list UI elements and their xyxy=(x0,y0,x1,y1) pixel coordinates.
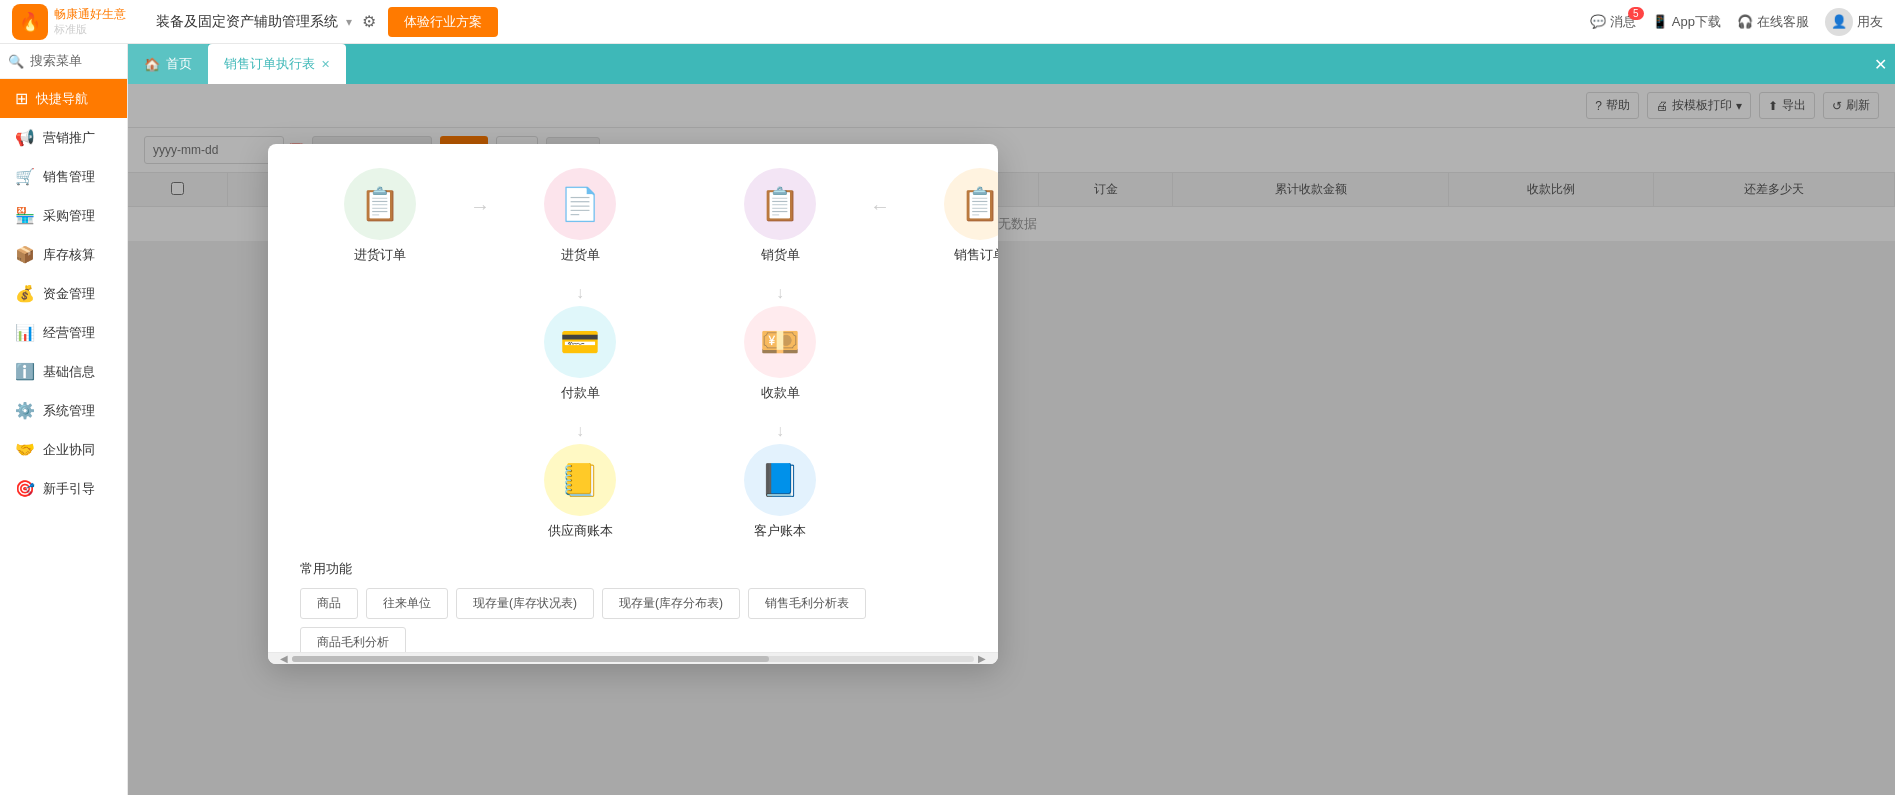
function-buttons-row1: 商品 往来单位 现存量(库存状况表) 现存量(库存分布表) 销售毛利分析表 商品… xyxy=(300,588,966,652)
sales-bill-icon: 📋 xyxy=(744,168,816,240)
system-title-area: 装备及固定资产辅助管理系统 ▾ ⚙ 体验行业方案 xyxy=(156,7,498,37)
finance-icon: 💰 xyxy=(15,284,35,303)
receipt-icon: 💴 xyxy=(744,306,816,378)
sidebar-item-purchase[interactable]: 🏪 采购管理 xyxy=(0,196,127,235)
scroll-left-icon[interactable]: ◀ xyxy=(276,653,292,664)
headset-icon: 🎧 xyxy=(1737,14,1753,29)
payment-icon: 💳 xyxy=(544,306,616,378)
message-badge: 5 xyxy=(1628,7,1644,20)
avatar: 👤 xyxy=(1825,8,1853,36)
business-icon: 📊 xyxy=(15,323,35,342)
flow-node-payment[interactable]: 💳 付款单 xyxy=(500,306,660,402)
user-area[interactable]: 👤 用友 xyxy=(1825,8,1883,36)
basic-info-icon: ℹ️ xyxy=(15,362,35,381)
arrow-1-2: → xyxy=(460,195,500,218)
flow-node-purchase-bill[interactable]: 📄 进货单 xyxy=(500,168,660,264)
arrow-down-customer: ↓ xyxy=(700,422,860,440)
sidebar-nav: ⊞ 快捷导航 📢 营销推广 🛒 销售管理 🏪 采购管理 📦 库存核算 xyxy=(0,79,127,795)
arrow-down-supplier: ↓ xyxy=(500,422,660,440)
logo-text: 畅康通好生意 标准版 xyxy=(54,7,126,37)
flow-node-supplier-ledger[interactable]: 📒 供应商账本 xyxy=(500,444,660,540)
sidebar-item-enterprise[interactable]: 🤝 企业协同 xyxy=(0,430,127,469)
common-functions-title: 常用功能 xyxy=(300,560,966,578)
sidebar-item-finance[interactable]: 💰 资金管理 xyxy=(0,274,127,313)
fn-btn-2[interactable]: 现存量(库存状况表) xyxy=(456,588,594,619)
tab-close-icon[interactable]: ✕ xyxy=(321,58,330,71)
flow-row-arrows-2: ↓ ↓ xyxy=(300,422,966,440)
enterprise-icon: 🤝 xyxy=(15,440,35,459)
online-service-button[interactable]: 🎧 在线客服 xyxy=(1737,13,1809,31)
common-functions: 常用功能 商品 往来单位 现存量(库存状况表) 现存量(库存分布表) 销售毛利分… xyxy=(300,560,966,652)
flow-row-3: 📒 供应商账本 📘 客户账本 xyxy=(300,444,966,540)
marketing-icon: 📢 xyxy=(15,128,35,147)
purchase-icon: 🏪 xyxy=(15,206,35,225)
content-area: 🏠 首页 销售订单执行表 ✕ ✕ ? 帮助 xyxy=(128,44,1895,795)
sidebar-item-system[interactable]: ⚙️ 系统管理 xyxy=(0,391,127,430)
tab-bar: 🏠 首页 销售订单执行表 ✕ ✕ xyxy=(128,44,1895,84)
tab-sales-order-exec[interactable]: 销售订单执行表 ✕ xyxy=(208,44,346,84)
flow-node-receipt[interactable]: 💴 收款单 xyxy=(700,306,860,402)
purchase-bill-icon: 📄 xyxy=(544,168,616,240)
scroll-right-icon[interactable]: ▶ xyxy=(974,653,990,664)
scrollbar-thumb[interactable] xyxy=(292,656,769,662)
arrow-down-receipt: ↓ xyxy=(700,284,860,302)
modal-body: 📋 进货订单 → 📄 进货单 xyxy=(268,144,998,652)
arrow-4-3: ← xyxy=(860,195,900,218)
app-container: 🔥 畅康通好生意 标准版 装备及固定资产辅助管理系统 ▾ ⚙ 体验行业方案 💬 … xyxy=(0,0,1895,795)
supplier-ledger-icon: 📒 xyxy=(544,444,616,516)
sidebar: 🔍 搜索菜单 ⊞ 快捷导航 📢 营销推广 🛒 销售管理 🏪 采 xyxy=(0,44,128,795)
top-right: 💬 消息 5 📱 App下载 🎧 在线客服 👤 用友 xyxy=(1590,8,1883,36)
flow-node-sales-order[interactable]: 📋 销售订单 xyxy=(900,168,998,264)
flow-node-purchase-order[interactable]: 📋 进货订单 xyxy=(300,168,460,264)
flow-row-2: 💳 付款单 💴 收款单 xyxy=(300,306,966,402)
sidebar-item-basic-info[interactable]: ℹ️ 基础信息 xyxy=(0,352,127,391)
dropdown-arrow-icon[interactable]: ▾ xyxy=(346,15,352,29)
sales-icon: 🛒 xyxy=(15,167,35,186)
settings-icon[interactable]: ⚙ xyxy=(362,12,376,31)
fn-btn-4[interactable]: 销售毛利分析表 xyxy=(748,588,866,619)
sidebar-item-inventory[interactable]: 📦 库存核算 xyxy=(0,235,127,274)
flow-node-sales-bill[interactable]: 📋 销货单 xyxy=(700,168,860,264)
quick-nav-modal: 📋 进货订单 → 📄 进货单 xyxy=(268,144,998,664)
close-all-icon[interactable]: ✕ xyxy=(1874,55,1887,74)
sales-order-icon: 📋 xyxy=(944,168,998,240)
newbie-icon: 🎯 xyxy=(15,479,35,498)
fn-btn-1[interactable]: 往来单位 xyxy=(366,588,448,619)
modal-overlay[interactable]: 📋 进货订单 → 📄 进货单 xyxy=(128,84,1895,795)
message-icon: 💬 xyxy=(1590,14,1606,29)
sidebar-search[interactable]: 🔍 搜索菜单 xyxy=(0,44,127,79)
sidebar-item-business[interactable]: 📊 经营管理 xyxy=(0,313,127,352)
system-title: 装备及固定资产辅助管理系统 xyxy=(156,13,338,31)
flow-row-1: 📋 进货订单 → 📄 进货单 xyxy=(300,168,966,264)
message-button[interactable]: 💬 消息 5 xyxy=(1590,13,1636,31)
home-icon: 🏠 xyxy=(144,57,160,72)
tab-home[interactable]: 🏠 首页 xyxy=(128,44,208,84)
sidebar-item-marketing[interactable]: 📢 营销推广 xyxy=(0,118,127,157)
top-bar: 🔥 畅康通好生意 标准版 装备及固定资产辅助管理系统 ▾ ⚙ 体验行业方案 💬 … xyxy=(0,0,1895,44)
fn-btn-5[interactable]: 商品毛利分析 xyxy=(300,627,406,652)
flow-node-customer-ledger[interactable]: 📘 客户账本 xyxy=(700,444,860,540)
flow-row-arrows: ↓ ↓ xyxy=(300,284,966,302)
scrollbar-track xyxy=(292,656,974,662)
inventory-icon: 📦 xyxy=(15,245,35,264)
sidebar-item-newbie[interactable]: 🎯 新手引导 xyxy=(0,469,127,508)
modal-scrollbar: ◀ ▶ xyxy=(268,652,998,664)
search-icon: 🔍 xyxy=(8,54,24,69)
purchase-order-icon: 📋 xyxy=(344,168,416,240)
experience-button[interactable]: 体验行业方案 xyxy=(388,7,498,37)
arrow-down-payment: ↓ xyxy=(500,284,660,302)
sidebar-item-sales[interactable]: 🛒 销售管理 xyxy=(0,157,127,196)
phone-icon: 📱 xyxy=(1652,14,1668,29)
app-download-button[interactable]: 📱 App下载 xyxy=(1652,13,1721,31)
main-layout: 🔍 搜索菜单 ⊞ 快捷导航 📢 营销推广 🛒 销售管理 🏪 采 xyxy=(0,44,1895,795)
main-content: ? 帮助 🖨 按模板打印 ▾ ⬆ 导出 ↺ 刷新 xyxy=(128,84,1895,795)
logo-icon: 🔥 xyxy=(12,4,48,40)
system-icon: ⚙️ xyxy=(15,401,35,420)
quick-nav-icon: ⊞ xyxy=(15,89,28,108)
logo-area: 🔥 畅康通好生意 标准版 xyxy=(12,4,140,40)
customer-ledger-icon: 📘 xyxy=(744,444,816,516)
sidebar-item-quick-nav[interactable]: ⊞ 快捷导航 xyxy=(0,79,127,118)
fn-btn-0[interactable]: 商品 xyxy=(300,588,358,619)
fn-btn-3[interactable]: 现存量(库存分布表) xyxy=(602,588,740,619)
